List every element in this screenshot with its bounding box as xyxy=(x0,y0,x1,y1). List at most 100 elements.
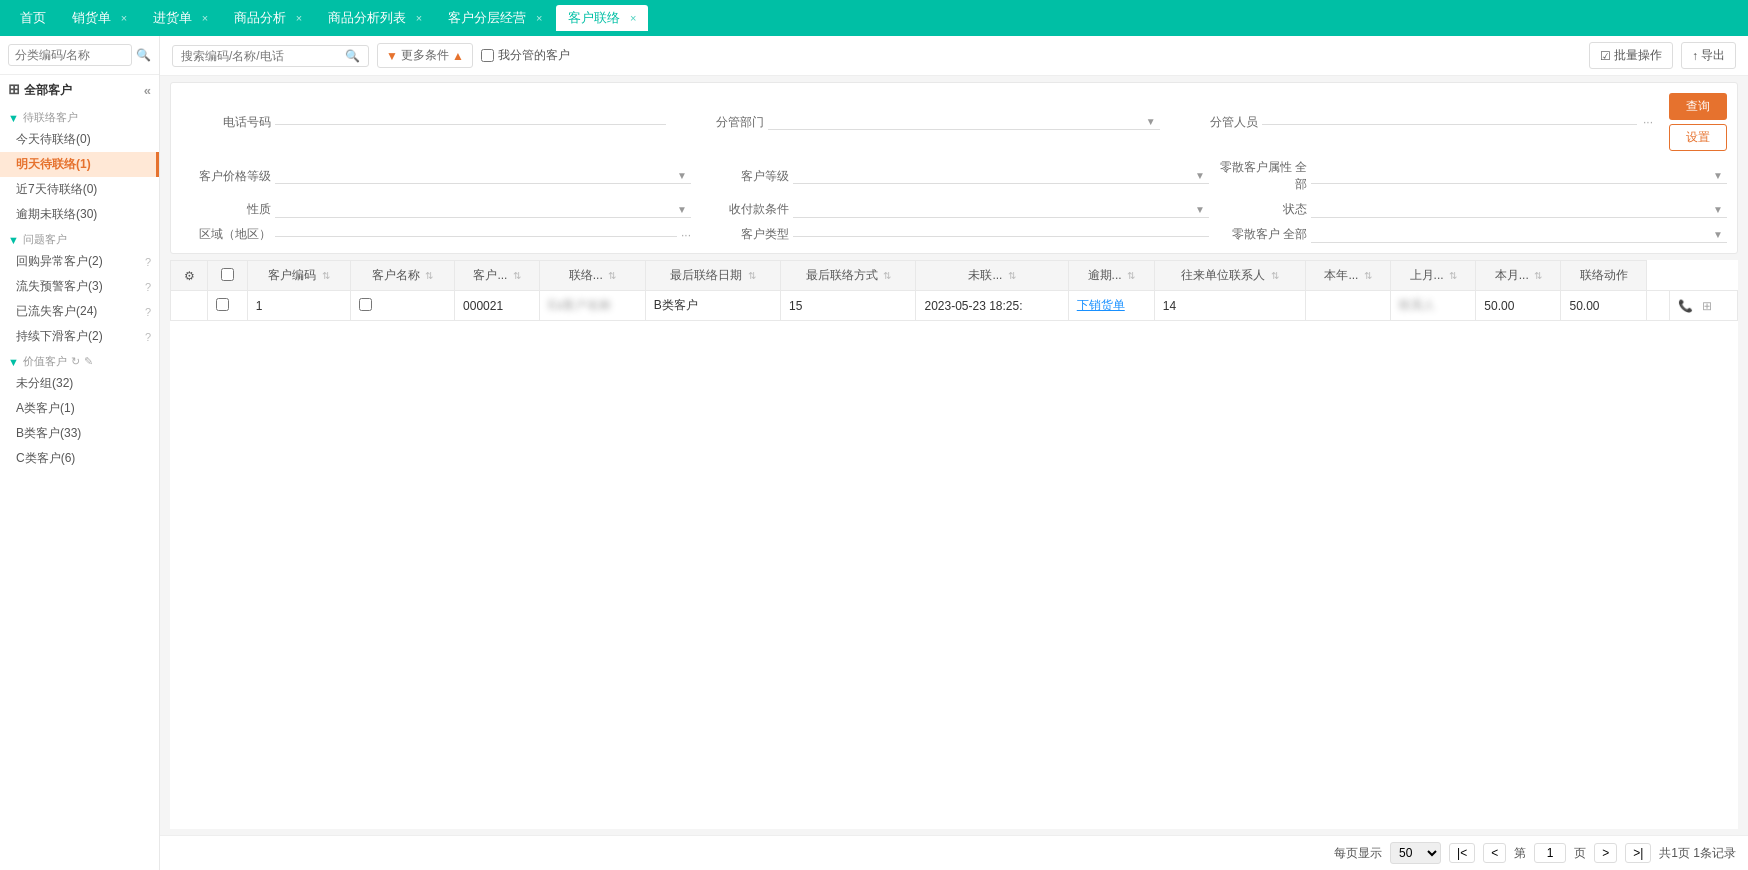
sidebar-item-today[interactable]: 今天待联络(0) xyxy=(0,127,159,152)
sort-method-icon[interactable]: ⇅ xyxy=(883,270,891,281)
sidebar-item-b-class[interactable]: B类客户(33) xyxy=(0,421,159,446)
help-abnormal-icon[interactable]: ? xyxy=(145,256,151,268)
last-page-btn[interactable]: >| xyxy=(1625,843,1651,863)
sidebar-search-icon[interactable]: 🔍 xyxy=(136,48,151,62)
action-phone-icon[interactable]: 📞 xyxy=(1678,299,1693,313)
select-all-checkbox[interactable] xyxy=(221,268,234,281)
sort-this-month-icon[interactable]: ⇅ xyxy=(1534,270,1542,281)
row-checkbox2[interactable] xyxy=(351,291,455,321)
help-warning-icon[interactable]: ? xyxy=(145,281,151,293)
nav-home[interactable]: 首页 xyxy=(8,5,58,31)
per-page-select[interactable]: 50 100 200 xyxy=(1390,842,1441,864)
sidebar-item-overdue[interactable]: 逾期未联络(30) xyxy=(0,202,159,227)
batch-btn[interactable]: ☑ 批量操作 xyxy=(1589,42,1673,69)
nav-purchase[interactable]: 进货单 × xyxy=(141,5,220,31)
sort-this-year-icon[interactable]: ⇅ xyxy=(1364,270,1372,281)
prev-page-btn[interactable]: < xyxy=(1483,843,1506,863)
nav-product-analysis-list[interactable]: 商品分析列表 × xyxy=(316,5,434,31)
sort-overdue-icon[interactable]: ⇅ xyxy=(1127,270,1135,281)
help-declining-icon[interactable]: ? xyxy=(145,331,151,343)
nav-customer-contact[interactable]: 客户联络 × xyxy=(556,5,648,31)
row-check2[interactable] xyxy=(359,298,372,311)
nature-select[interactable]: ▼ xyxy=(275,202,691,218)
manager-label: 分管人员 xyxy=(1168,114,1258,131)
close-purchase-icon[interactable]: × xyxy=(202,12,208,24)
sort-not-contacted-icon[interactable]: ⇅ xyxy=(1008,270,1016,281)
my-customers-checkbox[interactable] xyxy=(481,49,494,62)
sort-unit-contacts-icon[interactable]: ⇅ xyxy=(1271,270,1279,281)
sort-date-icon[interactable]: ⇅ xyxy=(748,270,756,281)
sort-code-icon[interactable]: ⇅ xyxy=(322,270,330,281)
grid-icon: ⊞ xyxy=(8,81,20,97)
filter-retail-area: 零散客户 全部 ▼ xyxy=(1217,226,1727,243)
close-product-analysis-list-icon[interactable]: × xyxy=(416,12,422,24)
th-checkbox[interactable] xyxy=(208,261,248,291)
help-lost-icon[interactable]: ? xyxy=(145,306,151,318)
row-select-checkbox[interactable] xyxy=(216,298,229,311)
value-customers-group: ▼ 价值客户 ↻ ✎ xyxy=(0,349,159,371)
manager-dots-icon[interactable]: ··· xyxy=(1643,115,1653,129)
triangle-icon2: ▼ xyxy=(8,234,19,246)
region-input[interactable] xyxy=(275,232,677,237)
filter-level-area: 客户等级 ▼ xyxy=(699,168,1209,185)
first-page-btn[interactable]: |< xyxy=(1449,843,1475,863)
last-method-link[interactable]: 下销货单 xyxy=(1077,298,1125,312)
customer-level-select[interactable]: ▼ xyxy=(793,168,1209,184)
row-checkbox[interactable] xyxy=(208,291,248,321)
collapse-icon[interactable]: « xyxy=(144,83,151,98)
close-product-analysis-icon[interactable]: × xyxy=(296,12,302,24)
region-dots-icon[interactable]: ··· xyxy=(681,228,691,242)
sort-contacts-icon[interactable]: ⇅ xyxy=(608,270,616,281)
retail-select[interactable]: ▼ xyxy=(1311,227,1727,243)
payment-arrow-icon: ▼ xyxy=(1195,204,1205,215)
row-name[interactable]: Ea客户名称 xyxy=(540,291,645,321)
dept-arrow-icon: ▼ xyxy=(1146,116,1156,127)
close-sales-icon[interactable]: × xyxy=(121,12,127,24)
status-select[interactable]: ▼ xyxy=(1311,202,1727,218)
sort-type-icon[interactable]: ⇅ xyxy=(513,270,521,281)
th-settings[interactable]: ⚙ xyxy=(171,261,208,291)
filter-actions: 查询 设置 xyxy=(1669,93,1727,151)
all-customers-header[interactable]: ⊞全部客户 « xyxy=(0,75,159,105)
sidebar-search-input[interactable] xyxy=(8,44,132,66)
pagination: 每页显示 50 100 200 |< < 第 页 > >| 共1页 1条记录 xyxy=(160,835,1748,870)
dept-select[interactable]: ▼ xyxy=(768,114,1159,130)
query-btn[interactable]: 查询 xyxy=(1669,93,1727,120)
sidebar-item-ungrouped[interactable]: 未分组(32) xyxy=(0,371,159,396)
retail-attr-select[interactable]: ▼ xyxy=(1311,168,1727,184)
sidebar-item-a-class[interactable]: A类客户(1) xyxy=(0,396,159,421)
page-input[interactable] xyxy=(1534,843,1566,863)
nav-sales[interactable]: 销货单 × xyxy=(60,5,139,31)
action-grid-icon[interactable]: ⊞ xyxy=(1702,299,1712,313)
sidebar-item-declining[interactable]: 持续下滑客户(2) ? xyxy=(0,324,159,349)
price-level-select[interactable]: ▼ xyxy=(275,168,691,184)
sidebar-item-c-class[interactable]: C类客户(6) xyxy=(0,446,159,471)
sort-last-month-icon[interactable]: ⇅ xyxy=(1449,270,1457,281)
close-customer-tier-icon[interactable]: × xyxy=(536,12,542,24)
manager-input[interactable] xyxy=(1262,120,1637,125)
nav-customer-tier[interactable]: 客户分层经营 × xyxy=(436,5,554,31)
nav-product-analysis[interactable]: 商品分析 × xyxy=(222,5,314,31)
cust-type-input[interactable] xyxy=(793,232,1209,237)
search-icon[interactable]: 🔍 xyxy=(345,49,360,63)
ungrouped-label: 未分组(32) xyxy=(16,375,73,392)
close-customer-contact-icon[interactable]: × xyxy=(630,12,636,24)
filter-phone-area: 电话号码 xyxy=(181,114,666,131)
a-class-label: A类客户(1) xyxy=(16,400,75,417)
sidebar-item-7days[interactable]: 近7天待联络(0) xyxy=(0,177,159,202)
sidebar-item-abnormal[interactable]: 回购异常客户(2) ? xyxy=(0,249,159,274)
sidebar-item-lost[interactable]: 已流失客户(24) ? xyxy=(0,299,159,324)
sidebar-item-tomorrow[interactable]: 明天待联络(1) xyxy=(0,152,159,177)
refresh-icon[interactable]: ↻ xyxy=(71,355,80,368)
export-btn[interactable]: ↑ 导出 xyxy=(1681,42,1736,69)
sort-name-icon[interactable]: ⇅ xyxy=(425,270,433,281)
next-page-btn[interactable]: > xyxy=(1594,843,1617,863)
payment-select[interactable]: ▼ xyxy=(793,202,1209,218)
price-level-label: 客户价格等级 xyxy=(181,168,271,185)
filter-more-btn[interactable]: ▼ 更多条件 ▲ xyxy=(377,43,473,68)
phone-input[interactable] xyxy=(275,120,666,125)
edit-icon[interactable]: ✎ xyxy=(84,355,93,368)
search-input[interactable] xyxy=(181,49,341,63)
sidebar-item-warning[interactable]: 流失预警客户(3) ? xyxy=(0,274,159,299)
set-btn[interactable]: 设置 xyxy=(1669,124,1727,151)
